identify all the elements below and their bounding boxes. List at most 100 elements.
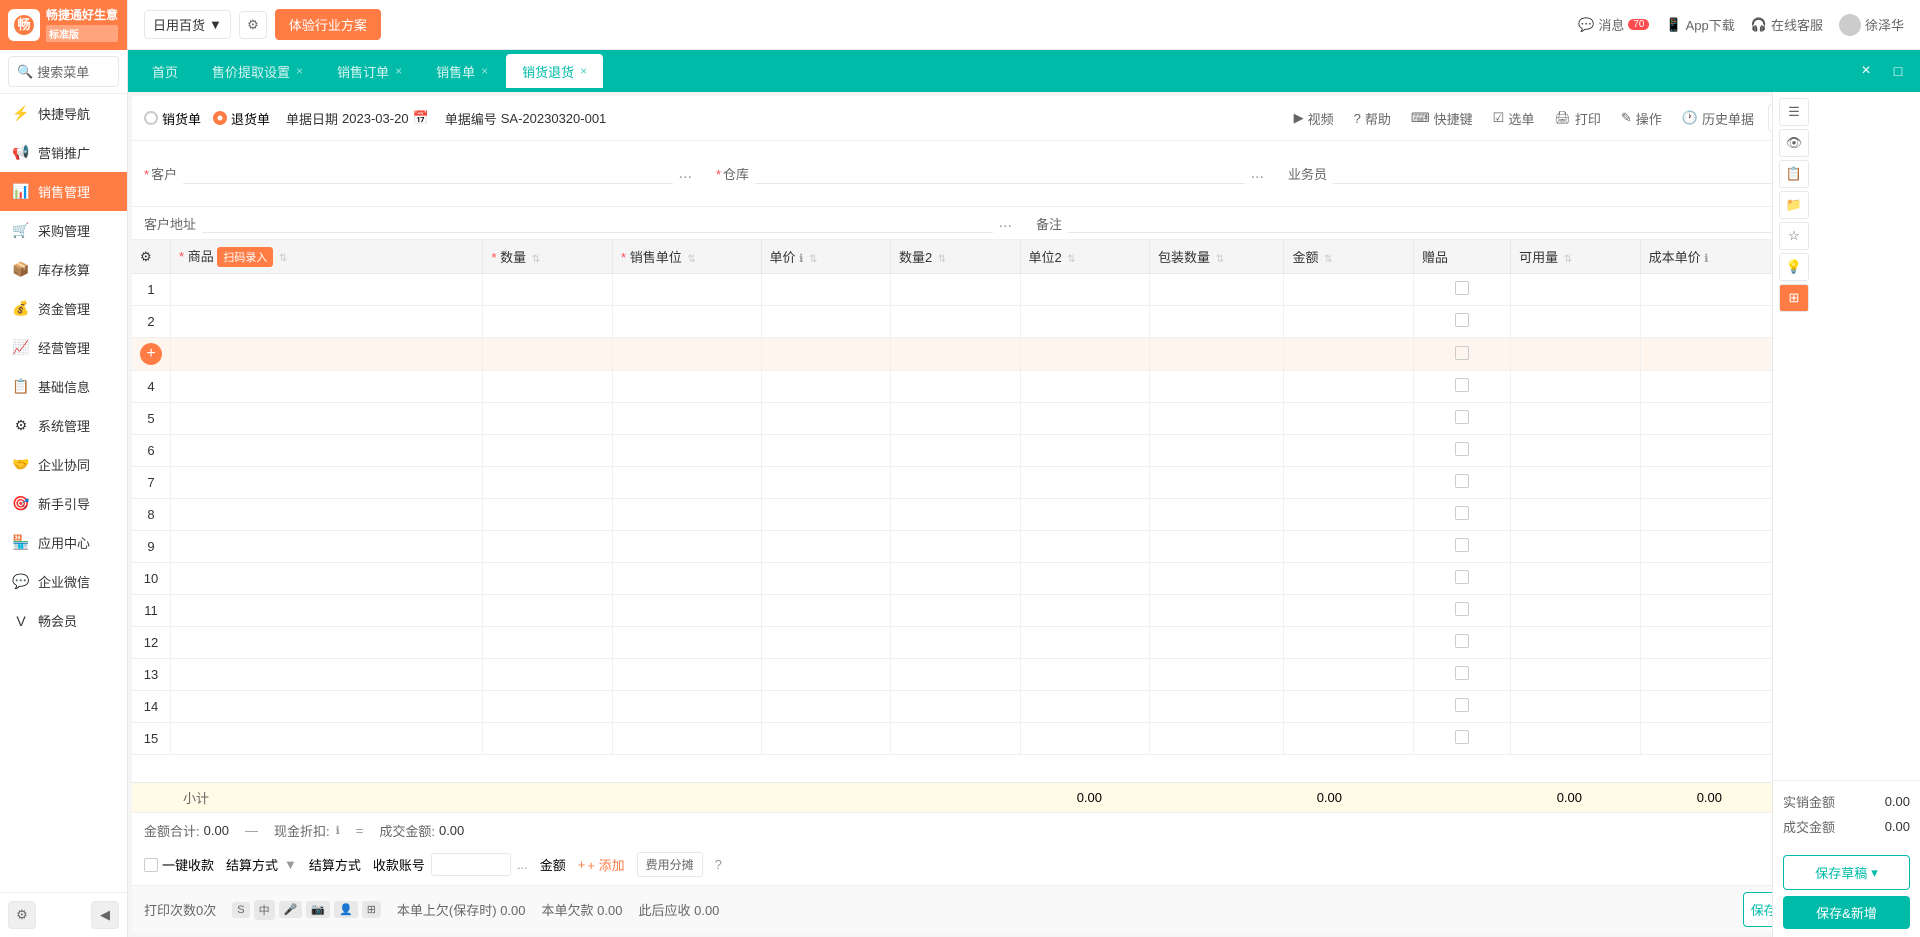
cell-pkg-qty[interactable] <box>1150 595 1284 627</box>
cell-amount[interactable] <box>1284 274 1414 306</box>
gift-checkbox[interactable] <box>1455 506 1469 520</box>
cell-product[interactable] <box>171 403 483 435</box>
topbar-settings-btn[interactable]: ⚙ <box>239 11 267 39</box>
sidebar-item-member[interactable]: V 畅会员 <box>0 601 127 640</box>
customer-dots[interactable]: ... <box>679 165 692 183</box>
cell-price[interactable] <box>761 435 891 467</box>
gift-checkbox[interactable] <box>1455 378 1469 392</box>
cell-unit[interactable] <box>613 627 762 659</box>
cell-qty2[interactable] <box>891 371 1021 403</box>
right-icon-5[interactable]: ☆ <box>1779 222 1809 250</box>
cell-avail[interactable] <box>1511 499 1641 531</box>
cell-unit2[interactable] <box>1020 723 1150 755</box>
cell-qty2[interactable] <box>891 691 1021 723</box>
cell-gift[interactable] <box>1413 659 1510 691</box>
cell-avail[interactable] <box>1511 338 1641 371</box>
app-download-btn[interactable]: 📱 App下载 <box>1665 15 1734 34</box>
help-btn[interactable]: ? 帮助 <box>1348 107 1397 130</box>
cell-unit[interactable] <box>613 403 762 435</box>
cell-qty2[interactable] <box>891 595 1021 627</box>
cell-qty[interactable] <box>483 435 613 467</box>
cell-amount[interactable] <box>1284 659 1414 691</box>
cell-product[interactable] <box>171 563 483 595</box>
tab-close-icon[interactable]: × <box>580 64 587 78</box>
sidebar-item-guide[interactable]: 🎯 新手引导 <box>0 484 127 523</box>
cell-unit2[interactable] <box>1020 691 1150 723</box>
cell-gift[interactable] <box>1413 403 1510 435</box>
cell-avail[interactable] <box>1511 627 1641 659</box>
cell-unit[interactable] <box>613 723 762 755</box>
status-icon-mic[interactable]: 🎤 <box>279 901 303 918</box>
cell-unit2[interactable] <box>1020 627 1150 659</box>
cell-qty2[interactable] <box>891 531 1021 563</box>
cell-price[interactable] <box>761 371 891 403</box>
cell-qty2[interactable] <box>891 723 1021 755</box>
operate-btn[interactable]: ✎ 操作 <box>1615 107 1668 130</box>
cell-unit2[interactable] <box>1020 595 1150 627</box>
message-btn[interactable]: 💬 消息 70 <box>1578 15 1649 34</box>
cell-price[interactable] <box>761 659 891 691</box>
right-icon-3[interactable]: 📋 <box>1779 160 1809 188</box>
cell-gift[interactable] <box>1413 338 1510 371</box>
cell-qty2[interactable] <box>891 274 1021 306</box>
cell-price[interactable] <box>761 563 891 595</box>
tab-sales-bill[interactable]: 销售单 × <box>420 54 504 88</box>
right-icon-4[interactable]: 📁 <box>1779 191 1809 219</box>
cell-amount[interactable] <box>1284 531 1414 563</box>
right-icon-7[interactable]: ⊞ <box>1779 284 1809 312</box>
salesperson-input[interactable] <box>1333 164 1836 184</box>
cell-pkg-qty[interactable] <box>1150 338 1284 371</box>
status-icon-zh[interactable]: 中 <box>254 900 275 920</box>
cell-pkg-qty[interactable] <box>1150 467 1284 499</box>
cell-pkg-qty[interactable] <box>1150 403 1284 435</box>
close-tab-btn[interactable]: × <box>1852 57 1880 85</box>
sidebar-item-basic[interactable]: 📋 基础信息 <box>0 367 127 406</box>
cell-avail[interactable] <box>1511 595 1641 627</box>
video-btn[interactable]: ▶ 视频 <box>1288 107 1340 130</box>
cell-unit[interactable] <box>613 306 762 338</box>
cell-product[interactable] <box>171 338 483 371</box>
cell-pkg-qty[interactable] <box>1150 627 1284 659</box>
cell-unit2[interactable] <box>1020 403 1150 435</box>
cell-qty[interactable] <box>483 371 613 403</box>
cell-unit[interactable] <box>613 531 762 563</box>
cell-avail[interactable] <box>1511 691 1641 723</box>
cell-amount[interactable] <box>1284 467 1414 499</box>
right-icon-2[interactable]: 👁 <box>1779 129 1809 157</box>
product-input[interactable] <box>179 347 474 362</box>
cell-unit[interactable] <box>613 338 762 371</box>
cell-product[interactable] <box>171 467 483 499</box>
cell-gift[interactable] <box>1413 563 1510 595</box>
status-icon-grid[interactable]: ⊞ <box>362 901 381 918</box>
cell-qty2[interactable] <box>891 563 1021 595</box>
sidebar-item-marketing[interactable]: 📢 营销推广 <box>0 133 127 172</box>
gift-checkbox[interactable] <box>1455 281 1469 295</box>
gift-checkbox[interactable] <box>1455 313 1469 327</box>
gift-checkbox[interactable] <box>1455 410 1469 424</box>
cell-product[interactable] <box>171 627 483 659</box>
cell-gift[interactable] <box>1413 627 1510 659</box>
cell-pkg-qty[interactable] <box>1150 659 1284 691</box>
cell-qty2[interactable] <box>891 306 1021 338</box>
cell-pkg-qty[interactable] <box>1150 723 1284 755</box>
status-icon-s[interactable]: S <box>232 902 249 918</box>
experience-btn[interactable]: 体验行业方案 <box>275 9 381 40</box>
tab-close-icon[interactable]: × <box>296 64 303 78</box>
user-menu-btn[interactable]: 徐泽华 <box>1839 14 1904 36</box>
gift-checkbox[interactable] <box>1455 570 1469 584</box>
cell-unit2[interactable] <box>1020 467 1150 499</box>
cell-product[interactable] <box>171 274 483 306</box>
gift-checkbox[interactable] <box>1455 442 1469 456</box>
cell-avail[interactable] <box>1511 435 1641 467</box>
cell-unit2[interactable] <box>1020 659 1150 691</box>
cell-amount[interactable] <box>1284 595 1414 627</box>
shortcut-btn[interactable]: ⌨ 快捷键 <box>1405 107 1479 130</box>
col-settings[interactable]: ⚙ <box>132 240 171 274</box>
cell-price[interactable] <box>761 691 891 723</box>
cell-unit2[interactable] <box>1020 499 1150 531</box>
cell-product[interactable] <box>171 595 483 627</box>
cell-pkg-qty[interactable] <box>1150 274 1284 306</box>
cell-unit[interactable] <box>613 467 762 499</box>
cell-amount[interactable] <box>1284 499 1414 531</box>
right-save-new-btn[interactable]: 保存&新增 <box>1783 896 1910 929</box>
